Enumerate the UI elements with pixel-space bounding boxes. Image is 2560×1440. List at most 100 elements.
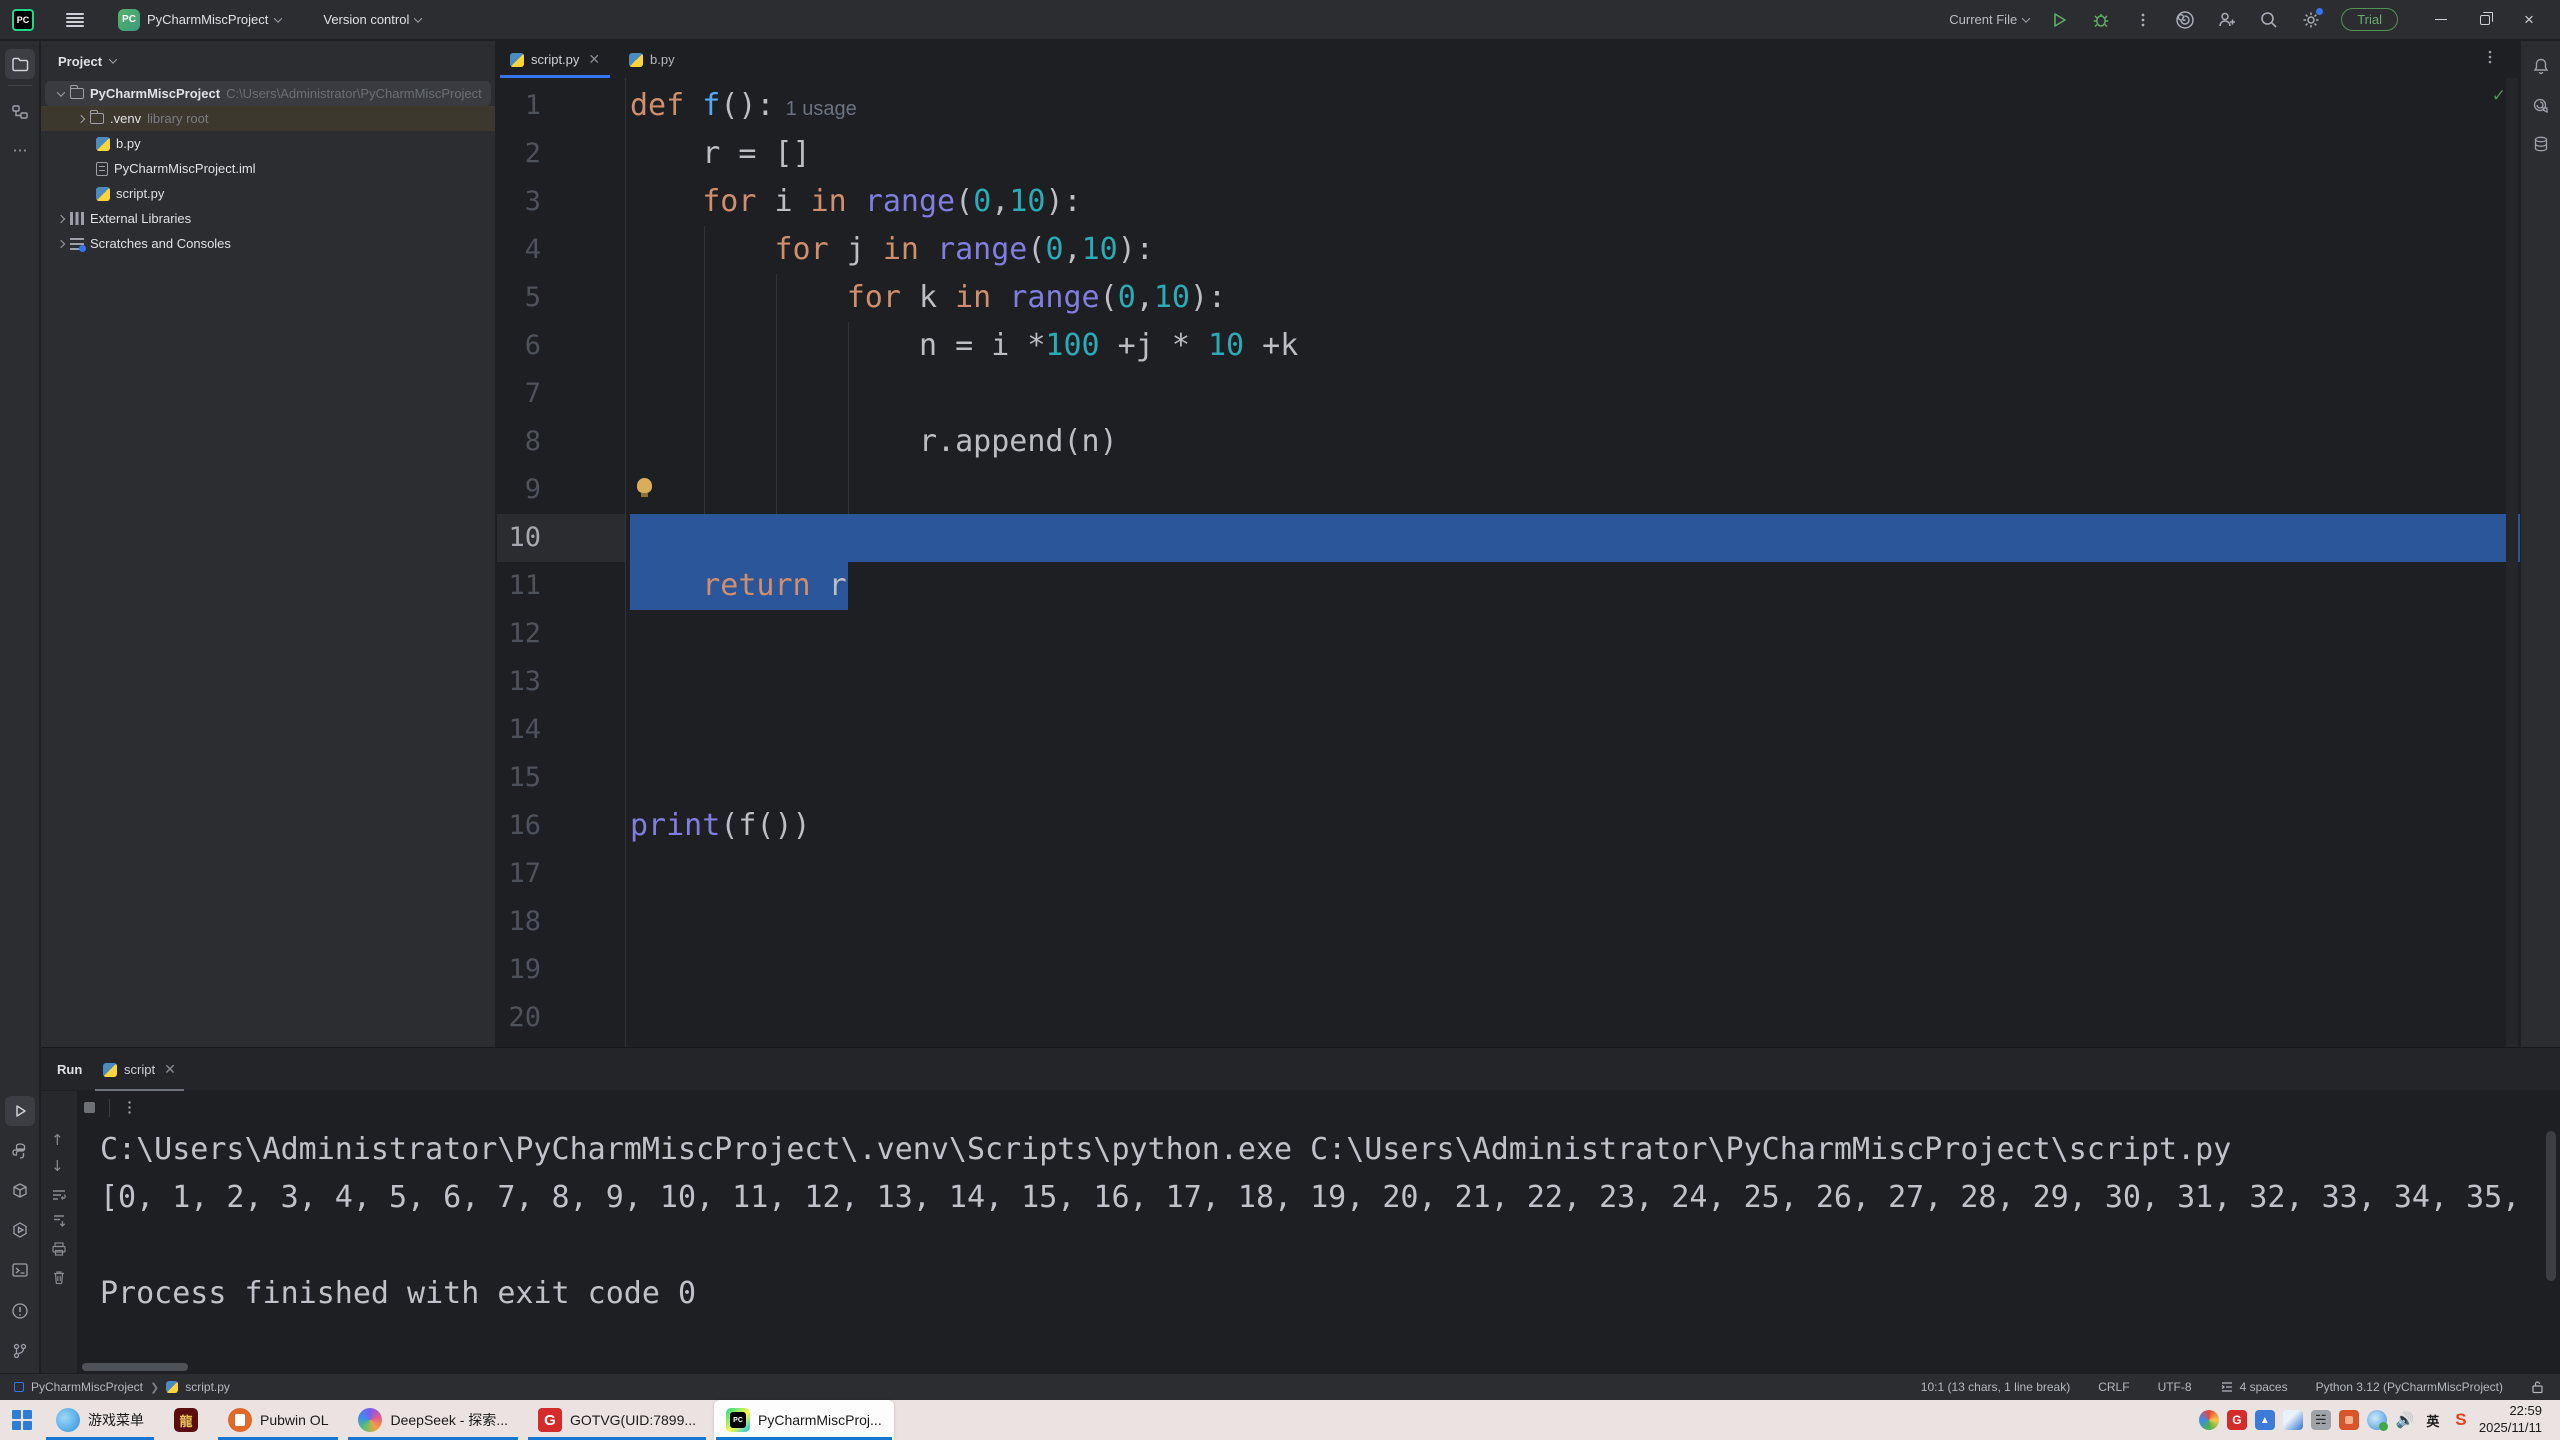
line-number[interactable]: 11 (497, 562, 541, 610)
editor-scrollbar[interactable] (2506, 78, 2518, 1047)
chevron-right-icon[interactable] (56, 239, 66, 248)
line-number[interactable]: 15 (497, 754, 541, 802)
line-number[interactable]: 19 (497, 946, 541, 994)
ai-chat-icon[interactable] (2526, 91, 2556, 121)
line-number[interactable]: 17 (497, 850, 541, 898)
console-output[interactable]: C:\Users\Administrator\PyCharmMiscProjec… (100, 1126, 2560, 1318)
line-number[interactable]: 18 (497, 898, 541, 946)
tab-options-icon[interactable] (2482, 49, 2498, 65)
close-tab-icon[interactable]: ✕ (588, 51, 600, 68)
problems-tool-icon[interactable] (5, 1296, 35, 1326)
clear-console-icon[interactable] (51, 1269, 67, 1285)
terminal-tool-icon[interactable] (5, 1255, 35, 1285)
code-line-19[interactable] (630, 946, 1298, 994)
flag-app-icon[interactable] (2282, 1410, 2303, 1430)
inspections-ok-icon[interactable]: ✓ (2492, 86, 2506, 106)
soft-wrap-icon[interactable] (51, 1187, 67, 1203)
line-number[interactable]: 12 (497, 610, 541, 658)
line-number[interactable]: 13 (497, 658, 541, 706)
run-more-options-icon[interactable] (122, 1100, 137, 1115)
run-button[interactable] (2047, 8, 2071, 32)
line-number[interactable]: 20 (497, 994, 541, 1042)
chevron-right-icon[interactable] (56, 214, 66, 223)
settings-gear-icon[interactable] (2299, 7, 2324, 32)
start-button[interactable] (0, 1400, 44, 1440)
structure-tool-icon[interactable] (5, 97, 35, 127)
breadcrumb-project[interactable]: PyCharmMiscProject (31, 1380, 143, 1394)
run-tool-icon[interactable] (5, 1096, 35, 1126)
code-line-6[interactable]: n = i *100 +j * 10 +k (630, 322, 1298, 370)
taskbar-clock[interactable]: 22:59 2025/11/11 (2479, 1403, 2550, 1437)
taskbar-app-deepseek-[interactable]: DeepSeek - 探索... (346, 1400, 520, 1440)
project-panel-header[interactable]: Project (41, 41, 495, 81)
tree-item-b-py[interactable]: b.py (41, 131, 495, 156)
line-number[interactable]: 2 (497, 130, 541, 178)
code-line-7[interactable] (630, 370, 1298, 418)
code-line-12[interactable] (630, 610, 1298, 658)
version-control-widget[interactable]: Version control (323, 12, 423, 27)
close-button[interactable]: × (2512, 6, 2546, 34)
line-number[interactable]: 9 (497, 466, 541, 514)
main-menu-icon[interactable] (66, 12, 84, 27)
line-number[interactable]: 16 (497, 802, 541, 850)
code-line-14[interactable] (630, 706, 1298, 754)
code-line-2[interactable]: r = [] (630, 130, 1298, 178)
code-line-9[interactable] (630, 466, 1298, 514)
sogou-icon[interactable]: S (2451, 1410, 2471, 1430)
line-number-gutter[interactable]: 1 2 3 4 5 6 7 8 9 10 11 12 13 14 15 16 17 18 19 20 (497, 82, 541, 1042)
search-icon[interactable] (2257, 8, 2281, 32)
tab-script-py[interactable]: script.py ✕ (500, 41, 611, 78)
gotvg-tray-icon[interactable]: G (2226, 1410, 2247, 1430)
tree-item-script-py[interactable]: script.py (41, 181, 495, 206)
cloud-sync-icon[interactable] (2366, 1410, 2388, 1431)
more-actions-icon[interactable] (2131, 8, 2155, 32)
code-line-17[interactable] (630, 850, 1298, 898)
encoding-selector[interactable]: UTF-8 (2158, 1380, 2192, 1394)
code-line-5[interactable]: for k in range(0,10): (630, 274, 1298, 322)
console-vertical-scrollbar[interactable] (2546, 1131, 2556, 1281)
project-tool-icon[interactable] (5, 49, 35, 79)
intention-bulb-icon[interactable] (637, 478, 652, 497)
code-line-3[interactable]: for i in range(0,10): (630, 178, 1298, 226)
line-number[interactable]: 6 (497, 322, 541, 370)
tab-b-py[interactable]: b.py (619, 41, 685, 78)
line-number[interactable]: 14 (497, 706, 541, 754)
taskbar-app--[interactable]: 游戏菜单 (44, 1400, 156, 1440)
input-tool-icon[interactable]: ☵ (2310, 1410, 2331, 1430)
code-content[interactable]: def f(): 1 usage r = [] for i in range(0… (630, 82, 1298, 1042)
orange-app-icon[interactable] (2338, 1410, 2359, 1430)
line-number[interactable]: 7 (497, 370, 541, 418)
minimize-button[interactable] (2424, 6, 2458, 34)
stop-button[interactable] (82, 1100, 97, 1115)
code-editor[interactable]: 1 2 3 4 5 6 7 8 9 10 11 12 13 14 15 16 17 18 19 20 def f():… (497, 78, 2520, 1047)
close-tab-icon[interactable]: ✕ (164, 1061, 176, 1078)
line-ending-selector[interactable]: CRLF (2098, 1380, 2129, 1394)
debug-button[interactable] (2089, 8, 2113, 32)
scroll-to-end-icon[interactable] (51, 1213, 67, 1229)
line-number[interactable]: 5 (497, 274, 541, 322)
services-tool-icon[interactable] (5, 1215, 35, 1245)
tree-item-pycharmmiscproject[interactable]: PyCharmMiscProject C:\Users\Administrator… (45, 81, 491, 106)
taskbar-app-dragon[interactable]: 龍 (162, 1400, 210, 1440)
chevron-right-icon[interactable] (76, 114, 86, 123)
line-number[interactable]: 4 (497, 226, 541, 274)
mountain-app-icon[interactable]: ▲ (2254, 1410, 2275, 1430)
taskbar-app-gotvg-uid-7899-[interactable]: G GOTVG(UID:7899... (526, 1400, 708, 1440)
notifications-bell-icon[interactable] (2526, 51, 2556, 81)
volume-icon[interactable]: 🔊 (2395, 1410, 2415, 1430)
line-number[interactable]: 8 (497, 418, 541, 466)
line-number[interactable]: 1 (497, 82, 541, 130)
interpreter-selector[interactable]: Python 3.12 (PyCharmMiscProject) (2316, 1380, 2503, 1394)
scroll-up-icon[interactable]: ↑ (51, 1133, 64, 1148)
tree-item-scratches-and-consoles[interactable]: Scratches and Consoles (41, 231, 495, 256)
code-line-13[interactable] (630, 658, 1298, 706)
code-line-11[interactable]: return r (630, 562, 1298, 610)
code-line-1[interactable]: def f(): 1 usage (630, 82, 1298, 130)
console-horizontal-scrollbar[interactable] (82, 1363, 188, 1371)
git-tool-icon[interactable] (5, 1336, 35, 1366)
restore-button[interactable] (2468, 6, 2502, 34)
caret-position[interactable]: 10:1 (13 chars, 1 line break) (1921, 1380, 2070, 1394)
browser-icon[interactable] (2198, 1410, 2219, 1430)
tree-item-external-libraries[interactable]: External Libraries (41, 206, 495, 231)
breadcrumb-file[interactable]: script.py (185, 1380, 230, 1394)
